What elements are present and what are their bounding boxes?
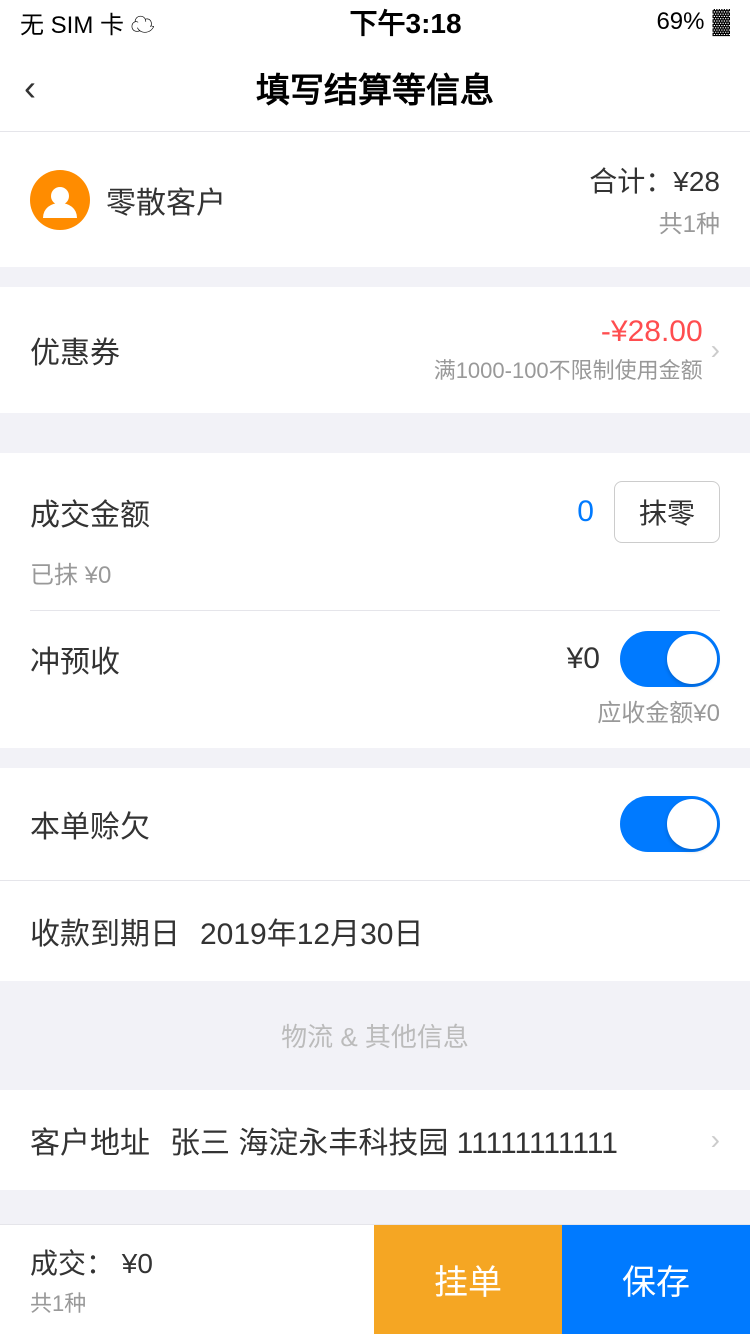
form-section-2: 本单赊欠 收款到期日 2019年12月30日 [0, 768, 750, 981]
flush-toggle[interactable] [620, 631, 720, 687]
coupon-row[interactable]: 优惠券 -¥28.00 满1000-100不限制使用金额 › [0, 287, 750, 413]
address-right: › [711, 1124, 720, 1156]
battery-indicator: 69% [656, 8, 704, 36]
bottom-deal: 成交： ¥0 [30, 1242, 344, 1282]
customer-left: 零散客户 [30, 170, 226, 230]
flush-top: 冲预收 ¥0 [30, 631, 720, 687]
transaction-right: 0 抹零 [554, 481, 720, 543]
chevron-right-icon: › [711, 334, 720, 366]
coupon-label: 优惠券 [30, 328, 120, 372]
flush-amount-toggle: ¥0 [567, 631, 720, 687]
coupon-info: -¥28.00 满1000-100不限制使用金额 [434, 315, 703, 385]
logistics-label: 物流 & 其他信息 [281, 1022, 469, 1052]
customer-right: 合计：¥28 共1种 [589, 160, 720, 239]
flush-sub: 应收金额¥0 [30, 693, 720, 728]
date-label: 收款到期日 [30, 909, 180, 953]
hang-order-button[interactable]: 挂单 [374, 1225, 562, 1334]
address-row[interactable]: 客户地址 张三 海淀永丰科技园 11111111111 › [0, 1090, 750, 1190]
status-right: 69% ▓ [656, 8, 730, 36]
toggle-knob [667, 634, 717, 684]
form-section-1: 成交金额 0 抹零 已抹 ¥0 冲预收 ¥0 应收金额¥0 [0, 453, 750, 748]
save-button[interactable]: 保存 [562, 1225, 750, 1334]
transaction-amount-row: 成交金额 0 抹零 [0, 453, 750, 571]
sim-indicator: 无 SIM 卡 ☁ [20, 5, 155, 40]
nav-bar: ‹ 填写结算等信息 [0, 44, 750, 132]
status-left: 无 SIM 卡 ☁ [20, 5, 155, 40]
transaction-label: 成交金额 [30, 490, 150, 534]
status-bar: 无 SIM 卡 ☁ 下午3:18 69% ▓ [0, 0, 750, 44]
debt-row: 本单赊欠 [0, 768, 750, 880]
section-gap-4 [0, 1070, 750, 1090]
debt-toggle-knob [667, 799, 717, 849]
date-row: 收款到期日 2019年12月30日 [0, 880, 750, 981]
section-gap-2 [0, 748, 750, 768]
date-value: 2019年12月30日 [200, 909, 423, 953]
flush-label: 冲预收 [30, 637, 120, 681]
flush-prepaid-row: 冲预收 ¥0 应收金额¥0 [0, 611, 750, 748]
round-zero-button[interactable]: 抹零 [614, 481, 720, 543]
address-chevron-icon: › [711, 1124, 720, 1156]
customer-card: 零散客户 合计：¥28 共1种 [0, 132, 750, 267]
bottom-deal-label: 成交： [30, 1248, 114, 1279]
bottom-bar: 成交： ¥0 共1种 挂单 保存 [0, 1224, 750, 1334]
status-time: 下午3:18 [350, 2, 462, 42]
back-button[interactable]: ‹ [24, 67, 36, 109]
customer-avatar [30, 170, 90, 230]
bottom-deal-amount: ¥0 [122, 1248, 153, 1279]
debt-toggle[interactable] [620, 796, 720, 852]
flush-amount: ¥0 [567, 642, 600, 676]
customer-total: 合计：¥28 [589, 160, 720, 200]
transaction-sub: 已抹 ¥0 [0, 555, 750, 610]
page-title: 填写结算等信息 [256, 63, 494, 112]
battery-icon: ▓ [712, 8, 730, 36]
bottom-count: 共1种 [30, 1286, 344, 1318]
customer-row: 零散客户 合计：¥28 共1种 [0, 132, 750, 267]
logistics-divider: 物流 & 其他信息 [0, 1001, 750, 1070]
coupon-right: -¥28.00 满1000-100不限制使用金额 › [434, 315, 720, 385]
customer-name: 零散客户 [106, 178, 226, 222]
section-gap-3 [0, 981, 750, 1001]
main-content: 零散客户 合计：¥28 共1种 优惠券 -¥28.00 满1000-100不限制… [0, 132, 750, 1334]
coupon-desc: 满1000-100不限制使用金额 [434, 353, 703, 385]
debt-label: 本单赊欠 [30, 802, 150, 846]
transaction-value: 0 [554, 495, 594, 529]
address-value: 张三 海淀永丰科技园 11111111111 [170, 1118, 711, 1162]
bottom-left: 成交： ¥0 共1种 [0, 1242, 374, 1318]
coupon-card[interactable]: 优惠券 -¥28.00 满1000-100不限制使用金额 › [0, 287, 750, 413]
coupon-discount: -¥28.00 [434, 315, 703, 349]
section-gap-1 [0, 433, 750, 453]
address-label: 客户地址 [30, 1118, 150, 1162]
customer-count: 共1种 [589, 204, 720, 239]
